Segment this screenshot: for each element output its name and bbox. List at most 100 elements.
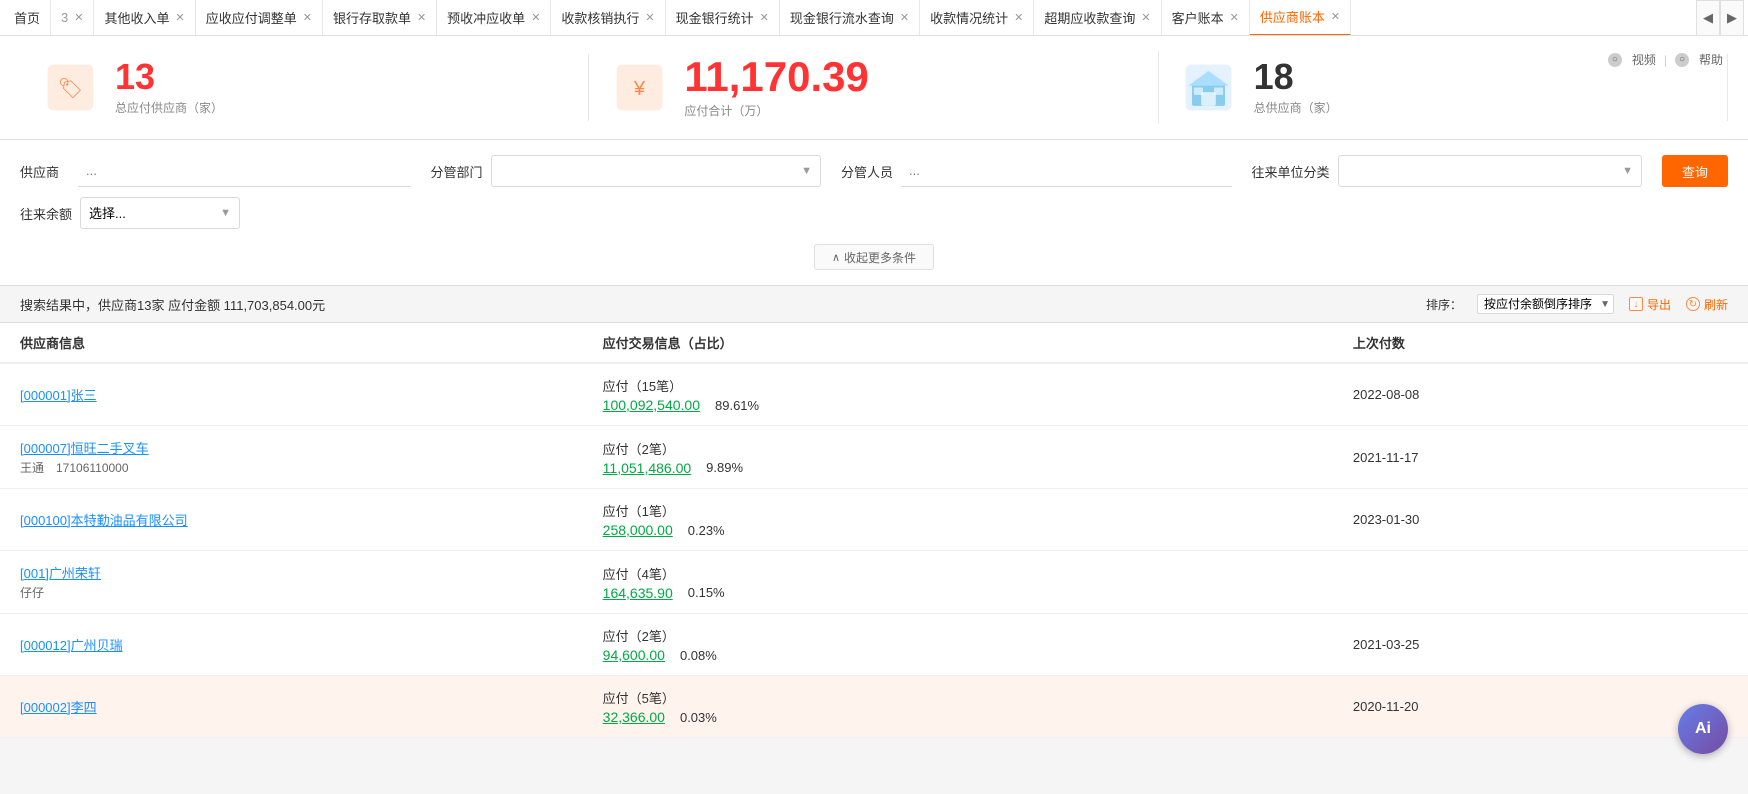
supplier-icon: 🏷 [40, 60, 100, 115]
person-field: 分管人员 [841, 155, 1232, 187]
search-panel: 供应商 分管部门 ▼ 分管人员 往来单位分类 ▼ [0, 140, 1748, 286]
tab-supplier-ledger[interactable]: 供应商账本 ✕ [1250, 0, 1351, 36]
supplier-link-5[interactable]: [000002]李四 [20, 697, 583, 716]
transaction-percent-1: 9.89% [706, 460, 743, 475]
transaction-label-5: 应付（5笔） [603, 688, 1353, 707]
tab-cash-flow[interactable]: 现金银行流水查询 ✕ [780, 0, 920, 36]
tab-collection-close[interactable]: ✕ [645, 11, 654, 24]
tab-advance-close[interactable]: ✕ [531, 11, 540, 24]
transaction-cell-5: 应付（5笔） 32,366.00 0.03% [583, 688, 1353, 725]
table-row: [001]广州荣轩 仔仔 应付（4笔） 164,635.90 0.15% [0, 551, 1748, 614]
tab-overdue-close[interactable]: ✕ [1141, 11, 1150, 24]
tab-cash-bank-stats-close[interactable]: ✕ [760, 11, 769, 24]
transaction-amount-5[interactable]: 32,366.00 [603, 709, 665, 725]
tab-3-close[interactable]: ✕ [74, 11, 83, 24]
video-link[interactable]: 视频 [1632, 51, 1656, 68]
tab-collection-label: 收款核销执行 [561, 8, 639, 27]
tab-collection-stats[interactable]: 收款情况统计 ✕ [920, 0, 1034, 36]
svg-text:¥: ¥ [633, 78, 646, 100]
balance-field: 往来余额 选择... ▼ [20, 197, 240, 229]
transaction-amount-1[interactable]: 11,051,486.00 [603, 460, 692, 476]
tab-ar-adjust[interactable]: 应收应付调整单 ✕ [196, 0, 323, 36]
ai-button[interactable]: Ai [1678, 704, 1728, 754]
transaction-percent-5: 0.03% [680, 710, 717, 725]
tab-home[interactable]: 首页 [4, 0, 51, 36]
dept-select[interactable] [500, 164, 812, 179]
tab-overdue[interactable]: 超期应收款查询 ✕ [1034, 0, 1161, 36]
transaction-amount-0[interactable]: 100,092,540.00 [603, 397, 700, 413]
dept-select-wrapper[interactable]: ▼ [491, 155, 821, 187]
supplier-link-2[interactable]: [000100]本特勤油品有限公司 [20, 510, 583, 529]
search-row-1: 供应商 分管部门 ▼ 分管人员 往来单位分类 ▼ [20, 155, 1728, 187]
supplier-input[interactable] [78, 155, 411, 187]
stat-info-total: 11,170.39 应付合计（万） [684, 56, 869, 119]
supplier-link-1[interactable]: [000007]恒旺二手叉车 [20, 438, 583, 457]
last-pay-date-0: 2022-08-08 [1353, 387, 1420, 402]
supplier-link-3[interactable]: [001]广州荣轩 [20, 563, 583, 582]
transaction-amount-2[interactable]: 258,000.00 [603, 522, 673, 538]
tab-other-income-label: 其他收入单 [104, 8, 169, 27]
help-link[interactable]: 帮助 [1699, 51, 1723, 68]
tab-collection-stats-close[interactable]: ✕ [1014, 11, 1023, 24]
sort-select[interactable]: 按应付余额倒序排序 [1477, 294, 1614, 314]
export-icon: ↓ [1629, 297, 1643, 311]
tab-collection[interactable]: 收款核销执行 ✕ [551, 0, 665, 36]
tab-cash-bank-stats[interactable]: 现金银行统计 ✕ [666, 0, 780, 36]
refresh-button[interactable]: ↻ 刷新 [1686, 296, 1728, 313]
supplier-cell-1: [000007]恒旺二手叉车 王通 17106110000 [20, 438, 583, 476]
stat-info-payable: 13 总应付供应商（家） [115, 59, 223, 116]
tab-customer-ledger-close[interactable]: ✕ [1230, 11, 1239, 24]
stat-total-label: 应付合计（万） [684, 102, 869, 119]
balance-select-wrapper[interactable]: 选择... ▼ [80, 197, 240, 229]
tab-home-label: 首页 [14, 8, 40, 27]
supplier-cell-5: [000002]李四 [20, 697, 583, 716]
tab-cash-flow-label: 现金银行流水查询 [790, 8, 894, 27]
col-header-transaction: 应付交易信息（占比） [583, 333, 1353, 352]
tab-ar-adjust-close[interactable]: ✕ [303, 11, 312, 24]
transaction-amount-3[interactable]: 164,635.90 [603, 585, 673, 601]
collapse-up-icon: ∧ [832, 251, 840, 264]
category-select[interactable] [1347, 164, 1633, 179]
tab-collection-stats-label: 收款情况统计 [930, 8, 1008, 27]
transaction-label-0: 应付（15笔） [603, 376, 1353, 395]
svg-text:🏷: 🏷 [57, 78, 83, 100]
stat-suppliers-number: 18 [1254, 59, 1338, 95]
transaction-label-1: 应付（2笔） [603, 439, 1353, 458]
tab-3[interactable]: 3 ✕ [51, 0, 94, 36]
tab-ar-adjust-label: 应收应付调整单 [206, 8, 297, 27]
search-button[interactable]: 查询 [1662, 155, 1728, 187]
collapse-button[interactable]: ∧ 收起更多条件 [814, 244, 934, 270]
tab-bank-close[interactable]: ✕ [417, 11, 426, 24]
transaction-amount-4[interactable]: 94,600.00 [603, 647, 665, 663]
supplier-field: 供应商 [20, 155, 411, 187]
transaction-cell-1: 应付（2笔） 11,051,486.00 9.89% [583, 439, 1353, 476]
tab-bank-label: 银行存取款单 [333, 8, 411, 27]
export-button[interactable]: ↓ 导出 [1629, 296, 1671, 313]
person-input[interactable] [901, 155, 1231, 187]
supplier-link-4[interactable]: [000012]广州贝瑞 [20, 635, 583, 654]
nav-left-arrow[interactable]: ◀ [1696, 0, 1720, 36]
category-label: 往来单位分类 [1252, 162, 1330, 181]
tab-other-income-close[interactable]: ✕ [175, 11, 184, 24]
tab-cash-flow-close[interactable]: ✕ [900, 11, 909, 24]
last-pay-date-5: 2020-11-20 [1353, 699, 1419, 714]
tab-other-income[interactable]: 其他收入单 ✕ [94, 0, 195, 36]
category-select-wrapper[interactable]: ▼ [1338, 155, 1642, 187]
person-label: 分管人员 [841, 162, 893, 181]
table-row: [000002]李四 应付（5笔） 32,366.00 0.03% 2020-1… [0, 676, 1748, 738]
tab-advance[interactable]: 预收冲应收单 ✕ [437, 0, 551, 36]
lastpay-cell-2: 2023-01-30 [1353, 512, 1728, 527]
transaction-label-3: 应付（4笔） [603, 564, 1353, 583]
nav-right-arrow[interactable]: ▶ [1720, 0, 1744, 36]
sort-wrapper[interactable]: 按应付余额倒序排序 ▼ [1477, 294, 1614, 314]
nav-bar: 首页 3 ✕ 其他收入单 ✕ 应收应付调整单 ✕ 银行存取款单 ✕ 预收冲应收单… [0, 0, 1748, 36]
transaction-label-2: 应付（1笔） [603, 501, 1353, 520]
supplier-link-0[interactable]: [000001]张三 [20, 385, 583, 404]
tab-3-label: 3 [61, 10, 68, 25]
lastpay-cell-5: 2020-11-20 [1353, 699, 1728, 714]
tab-bank[interactable]: 银行存取款单 ✕ [323, 0, 437, 36]
ai-label: Ai [1695, 720, 1711, 738]
tab-supplier-ledger-close[interactable]: ✕ [1331, 10, 1340, 23]
balance-select[interactable]: 选择... [89, 206, 231, 221]
tab-customer-ledger[interactable]: 客户账本 ✕ [1162, 0, 1250, 36]
